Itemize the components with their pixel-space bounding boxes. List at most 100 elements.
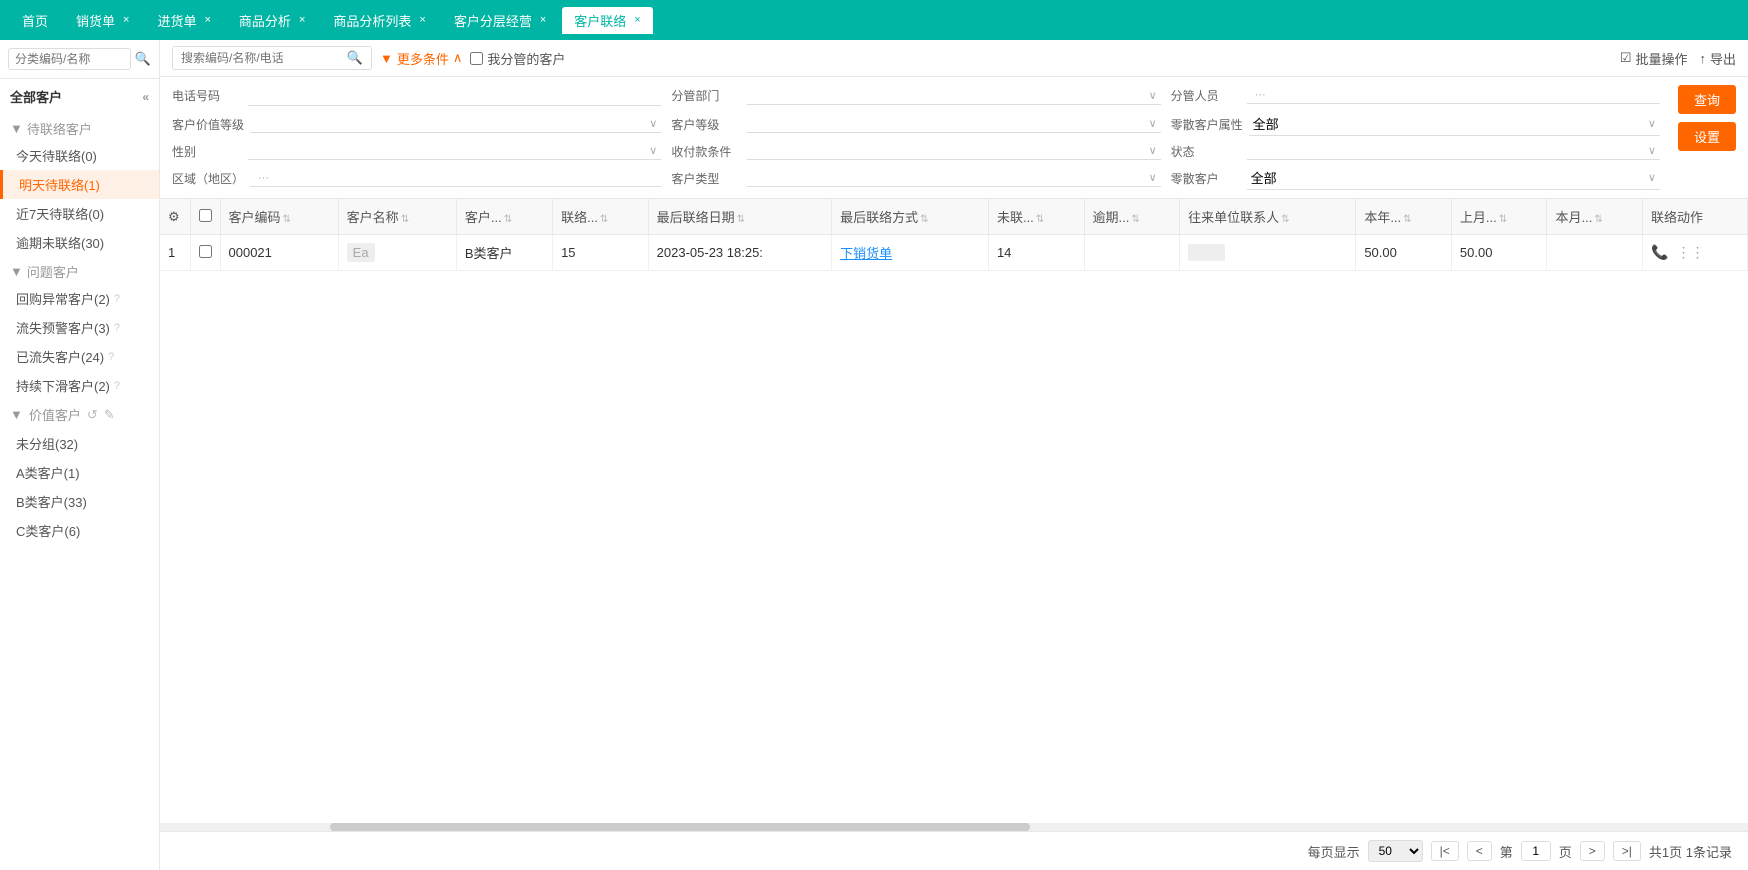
col-this-month[interactable]: 本月...⇅ [1547,199,1643,235]
my-customers-checkbox[interactable] [470,52,483,65]
close-product-analysis-list-icon[interactable]: × [419,14,425,26]
tomorrow-contact-label: 明天待联络(1) [19,175,100,194]
sidebar-item-churn-warning[interactable]: 流失预警客户(3) ? [0,313,159,342]
nav-home[interactable]: 首页 [10,7,60,34]
class-c-label: C类客户(6) [16,521,80,540]
sidebar-item-repurchase-abnormal[interactable]: 回购异常客户(2) ? [0,284,159,313]
nav-product-analysis[interactable]: 商品分析 × [227,7,317,34]
close-purchase-order-icon[interactable]: × [204,14,210,26]
td-last-month: 50.00 [1451,235,1547,271]
horizontal-scrollbar[interactable] [160,823,1748,831]
filter-bar: 🔍 ▼ 更多条件 ∧ 我分管的客户 ☑ 批量操作 ↑ 导出 [160,40,1748,77]
close-sales-order-icon[interactable]: × [123,14,129,26]
col-not-contacted[interactable]: 未联...⇅ [988,199,1084,235]
retail-customer-select[interactable]: 全部 ∨ [1247,166,1660,190]
last-page-btn[interactable]: >| [1613,841,1641,861]
customer-value-select[interactable]: ∨ [250,115,661,133]
manager-select[interactable]: ··· [1247,87,1660,104]
retail-customer-field: 零散客户 全部 ∨ [1171,166,1660,190]
col-code[interactable]: 客户编码⇅ [220,199,338,235]
sidebar-all-customers[interactable]: 全部客户 « [0,79,159,114]
col-settings[interactable]: ⚙ [160,199,190,235]
nav-customer-segmentation[interactable]: 客户分层经营 × [442,7,558,34]
filter-row-3: 性别 ∨ 收付款条件 ∨ 状态 [172,142,1660,160]
select-all-checkbox[interactable] [199,209,212,222]
sidebar-item-overdue-contact[interactable]: 逾期未联络(30) [0,228,159,257]
sort-date-icon: ⇅ [737,214,745,225]
customer-type-select[interactable]: ∨ [747,169,1160,187]
search-icon[interactable]: 🔍 [347,50,363,66]
payment-field: 收付款条件 ∨ [671,142,1160,160]
phone-input[interactable] [248,85,661,106]
sidebar-item-today-contact[interactable]: 今天待联络(0) [0,141,159,170]
nav-purchase-order[interactable]: 进货单 × [145,7,222,34]
payment-select[interactable]: ∨ [747,142,1160,160]
close-customer-contact-icon[interactable]: × [634,14,640,26]
page-label-2: 页 [1559,842,1572,861]
col-past-contact[interactable]: 往来单位联系人⇅ [1180,199,1356,235]
value-edit-icon[interactable]: ✎ [104,407,115,423]
col-last-date[interactable]: 最后联络日期⇅ [648,199,831,235]
search-input[interactable] [181,51,347,65]
phone-action-icon[interactable]: 📞 [1651,244,1668,261]
sidebar-item-churned[interactable]: 已流失客户(24) ? [0,342,159,371]
class-b-label: B类客户(33) [16,492,87,511]
region-more-icon[interactable]: ··· [254,172,273,184]
col-type[interactable]: 客户...⇅ [456,199,552,235]
td-contact: 15 [553,235,649,271]
batch-op-btn[interactable]: ☑ 批量操作 [1620,49,1688,68]
filter-row-4: 区域（地区） ··· 客户类型 ∨ 零散客户 [172,166,1660,190]
settings-button[interactable]: 设置 [1678,122,1736,151]
col-last-month[interactable]: 上月...⇅ [1451,199,1547,235]
manager-more-icon[interactable]: ··· [1251,89,1270,101]
region-select[interactable]: ··· [250,170,661,187]
td-checkbox[interactable] [190,235,220,271]
sidebar-item-declining[interactable]: 持续下滑客户(2) ? [0,371,159,400]
first-page-btn[interactable]: |< [1431,841,1459,861]
value-refresh-icon[interactable]: ↺ [87,407,98,423]
nav-sales-order[interactable]: 销货单 × [64,7,141,34]
region-label: 区域（地区） [172,170,244,187]
prev-page-btn[interactable]: < [1467,841,1492,861]
col-overdue[interactable]: 逾期...⇅ [1084,199,1180,235]
export-btn[interactable]: ↑ 导出 [1699,49,1736,68]
sidebar-item-class-b[interactable]: B类客户(33) [0,487,159,516]
col-this-year[interactable]: 本年...⇅ [1356,199,1452,235]
gender-select[interactable]: ∨ [248,142,661,160]
page-input[interactable] [1521,841,1551,861]
status-select[interactable]: ∨ [1247,142,1660,160]
sidebar-item-tomorrow-contact[interactable]: 明天待联络(1) [0,170,159,199]
sidebar-item-ungrouped[interactable]: 未分组(32) [0,429,159,458]
sidebar-item-class-c[interactable]: C类客户(6) [0,516,159,545]
retail-attr-select[interactable]: 全部 ∨ [1249,112,1660,136]
sort-contact-icon: ⇅ [600,214,608,225]
nav-customer-contact[interactable]: 客户联络 × [562,7,652,34]
query-button[interactable]: 查询 [1678,85,1736,114]
dept-select[interactable]: ∨ [747,87,1160,105]
more-conditions-btn[interactable]: ▼ 更多条件 ∧ [380,49,462,68]
close-customer-seg-icon[interactable]: × [540,14,546,26]
sidebar-search-icon[interactable]: 🔍 [135,51,151,67]
sidebar-search-input[interactable] [8,48,131,70]
col-name[interactable]: 客户名称⇅ [338,199,456,235]
more-action-icon[interactable]: ⋮⋮ [1676,244,1704,261]
last-method-link[interactable]: 下销货单 [840,246,892,261]
col-contact[interactable]: 联络...⇅ [553,199,649,235]
col-action[interactable]: 联络动作 [1643,199,1748,235]
col-checkbox[interactable] [190,199,220,235]
sidebar: 🔍 全部客户 « ▼ 待联络客户 今天待联络(0) 明天待联络(1) 近7天待联… [0,40,160,870]
page-size-select[interactable]: 50 100 200 [1368,840,1423,862]
customer-level-select[interactable]: ∨ [747,115,1160,133]
close-product-analysis-icon[interactable]: × [299,14,305,26]
sidebar-item-class-a[interactable]: A类客户(1) [0,458,159,487]
customer-level-field: 客户等级 ∨ [671,115,1160,133]
sort-code-icon: ⇅ [283,214,291,225]
my-customers-checkbox-area[interactable]: 我分管的客户 [470,49,565,68]
retail-customer-value: 全部 [1251,168,1277,187]
scrollbar-thumb[interactable] [330,823,1030,831]
nav-product-analysis-list[interactable]: 商品分析列表 × [321,7,437,34]
next-page-btn[interactable]: > [1580,841,1605,861]
today-contact-label: 今天待联络(0) [16,146,97,165]
col-last-method[interactable]: 最后联络方式⇅ [832,199,989,235]
sidebar-item-week-contact[interactable]: 近7天待联络(0) [0,199,159,228]
